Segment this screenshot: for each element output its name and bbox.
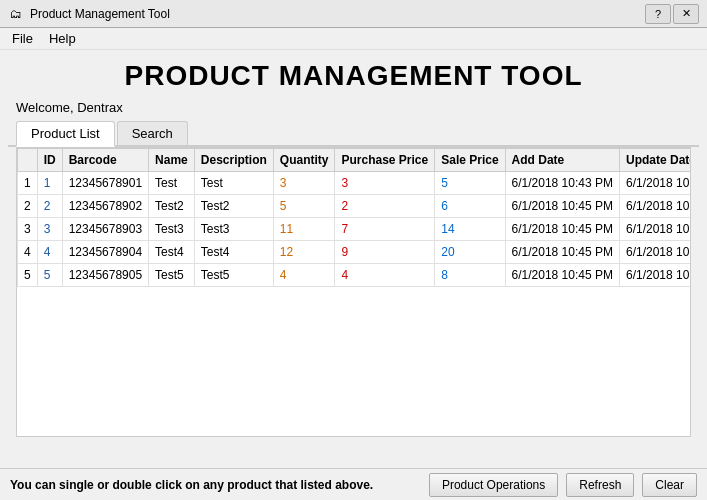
table-row[interactable]: 3312345678903Test3Test3117146/1/2018 10:…: [18, 218, 692, 241]
table-header-row: ID Barcode Name Description Quantity Pur…: [18, 149, 692, 172]
table-cell-7: 5: [435, 172, 505, 195]
table-cell-0: 5: [18, 264, 38, 287]
menu-file[interactable]: File: [4, 29, 41, 48]
title-bar: 🗂 Product Management Tool ? ✕: [0, 0, 707, 28]
table-cell-1: 2: [37, 195, 62, 218]
col-header-description: Description: [194, 149, 273, 172]
col-header-rownum: [18, 149, 38, 172]
welcome-text: Welcome, Dentrax: [8, 98, 699, 117]
table-cell-4: Test3: [194, 218, 273, 241]
table-cell-3: Test: [149, 172, 195, 195]
col-header-id: ID: [37, 149, 62, 172]
table-cell-8: 6/1/2018 10:45 PM: [505, 195, 619, 218]
table-row[interactable]: 1112345678901TestTest3356/1/2018 10:43 P…: [18, 172, 692, 195]
refresh-button[interactable]: Refresh: [566, 473, 634, 497]
col-header-quantity: Quantity: [273, 149, 335, 172]
table-cell-3: Test4: [149, 241, 195, 264]
table-cell-4: Test5: [194, 264, 273, 287]
table-cell-5: 12: [273, 241, 335, 264]
table-cell-9: 6/1/2018 10:45 PM: [620, 241, 692, 264]
product-table-container: ID Barcode Name Description Quantity Pur…: [16, 147, 691, 437]
table-cell-0: 3: [18, 218, 38, 241]
col-header-add-date: Add Date: [505, 149, 619, 172]
col-header-purchase-price: Purchase Price: [335, 149, 435, 172]
table-row[interactable]: 2212345678902Test2Test25266/1/2018 10:45…: [18, 195, 692, 218]
table-cell-3: Test2: [149, 195, 195, 218]
table-row[interactable]: 4412345678904Test4Test4129206/1/2018 10:…: [18, 241, 692, 264]
table-cell-8: 6/1/2018 10:43 PM: [505, 172, 619, 195]
help-button[interactable]: ?: [645, 4, 671, 24]
col-header-name: Name: [149, 149, 195, 172]
table-cell-4: Test2: [194, 195, 273, 218]
table-cell-8: 6/1/2018 10:45 PM: [505, 218, 619, 241]
col-header-update-date: Update Date: [620, 149, 692, 172]
tab-bar: Product List Search: [8, 117, 699, 147]
table-cell-1: 1: [37, 172, 62, 195]
table-cell-2: 12345678904: [62, 241, 148, 264]
table-cell-0: 1: [18, 172, 38, 195]
table-cell-3: Test5: [149, 264, 195, 287]
table-cell-4: Test: [194, 172, 273, 195]
clear-button[interactable]: Clear: [642, 473, 697, 497]
col-header-sale-price: Sale Price: [435, 149, 505, 172]
product-operations-button[interactable]: Product Operations: [429, 473, 558, 497]
table-cell-9: 6/1/2018 10:45 PM: [620, 218, 692, 241]
table-cell-6: 4: [335, 264, 435, 287]
table-row[interactable]: 5512345678905Test5Test54486/1/2018 10:45…: [18, 264, 692, 287]
table-cell-0: 2: [18, 195, 38, 218]
table-cell-7: 6: [435, 195, 505, 218]
title-bar-text: Product Management Tool: [30, 7, 645, 21]
close-button[interactable]: ✕: [673, 4, 699, 24]
table-cell-9: 6/1/2018 10:43 PM: [620, 172, 692, 195]
app-title: PRODUCT MANAGEMENT TOOL: [8, 50, 699, 98]
table-cell-5: 4: [273, 264, 335, 287]
table-cell-8: 6/1/2018 10:45 PM: [505, 264, 619, 287]
table-cell-4: Test4: [194, 241, 273, 264]
table-cell-6: 7: [335, 218, 435, 241]
table-cell-2: 12345678903: [62, 218, 148, 241]
table-cell-5: 5: [273, 195, 335, 218]
status-text: You can single or double click on any pr…: [10, 478, 421, 492]
table-cell-6: 2: [335, 195, 435, 218]
table-cell-5: 3: [273, 172, 335, 195]
table-cell-2: 12345678901: [62, 172, 148, 195]
table-cell-9: 6/1/2018 10:45 PM: [620, 264, 692, 287]
main-content: PRODUCT MANAGEMENT TOOL Welcome, Dentrax…: [0, 50, 707, 437]
bottom-bar: You can single or double click on any pr…: [0, 468, 707, 500]
title-bar-controls: ? ✕: [645, 4, 699, 24]
tab-search[interactable]: Search: [117, 121, 188, 145]
table-cell-8: 6/1/2018 10:45 PM: [505, 241, 619, 264]
table-cell-1: 3: [37, 218, 62, 241]
table-cell-6: 3: [335, 172, 435, 195]
table-cell-1: 5: [37, 264, 62, 287]
table-cell-3: Test3: [149, 218, 195, 241]
table-cell-9: 6/1/2018 10:45 PM: [620, 195, 692, 218]
table-cell-7: 8: [435, 264, 505, 287]
menu-help[interactable]: Help: [41, 29, 84, 48]
table-cell-7: 20: [435, 241, 505, 264]
table-cell-6: 9: [335, 241, 435, 264]
table-cell-2: 12345678902: [62, 195, 148, 218]
tab-product-list[interactable]: Product List: [16, 121, 115, 147]
col-header-barcode: Barcode: [62, 149, 148, 172]
app-icon: 🗂: [8, 6, 24, 22]
table-cell-7: 14: [435, 218, 505, 241]
table-cell-2: 12345678905: [62, 264, 148, 287]
table-body: 1112345678901TestTest3356/1/2018 10:43 P…: [18, 172, 692, 287]
product-table: ID Barcode Name Description Quantity Pur…: [17, 148, 691, 287]
table-cell-1: 4: [37, 241, 62, 264]
menu-bar: File Help: [0, 28, 707, 50]
table-cell-0: 4: [18, 241, 38, 264]
table-cell-5: 11: [273, 218, 335, 241]
